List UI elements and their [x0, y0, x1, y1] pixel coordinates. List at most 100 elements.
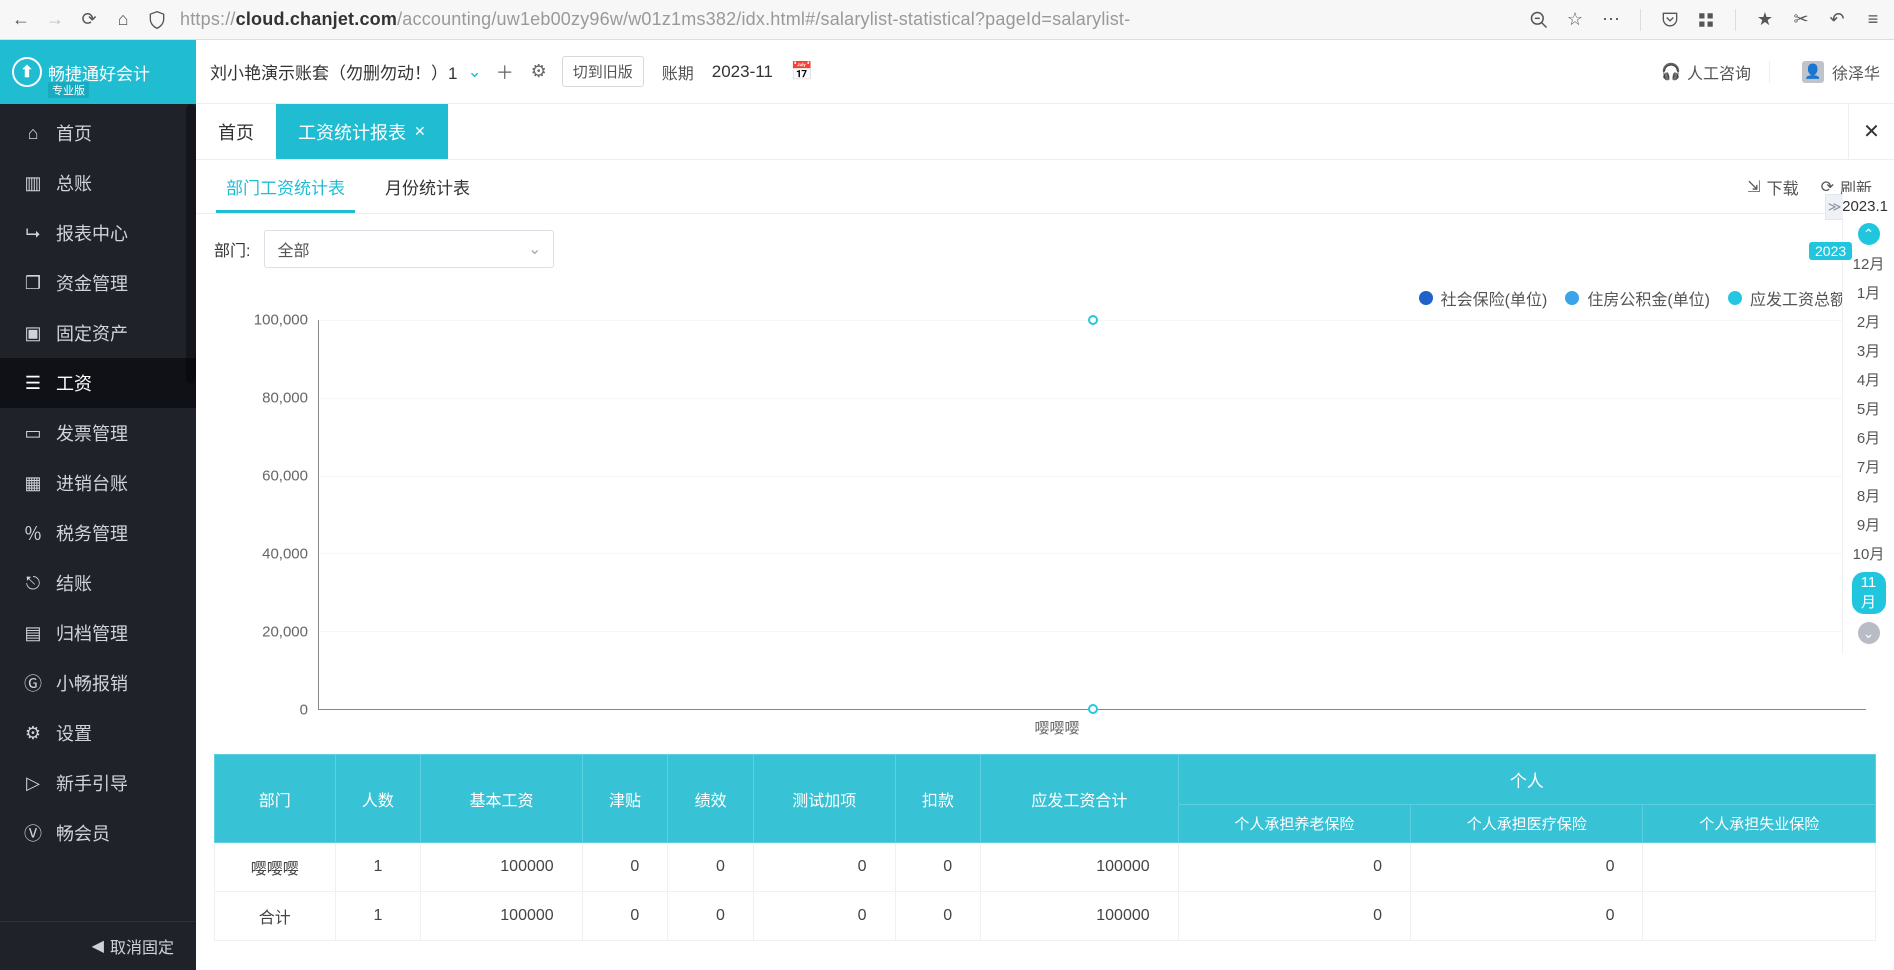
- th-base[interactable]: 基本工资: [421, 755, 582, 843]
- account-name: 刘小艳演示账套（勿删勿动！）1: [210, 59, 457, 84]
- scissors-icon[interactable]: ✂: [1790, 9, 1812, 31]
- ruler-up[interactable]: ⌃: [1858, 223, 1880, 245]
- ruler-month[interactable]: 1月: [1852, 282, 1886, 303]
- sidebar-item-expense[interactable]: Ⓖ小畅报销: [0, 658, 196, 708]
- sidebar-item-invoice[interactable]: ▭发票管理: [0, 408, 196, 458]
- grid-icon[interactable]: [1695, 9, 1717, 31]
- sidebar-item-ledger[interactable]: ▥总账: [0, 158, 196, 208]
- table-row-total[interactable]: 合计 1 100000 0 0 0 0 100000 0 0: [215, 892, 1876, 941]
- member-icon: Ⓥ: [22, 822, 44, 844]
- th-group-personal[interactable]: 个人: [1178, 755, 1875, 805]
- home-icon[interactable]: ⌂: [112, 9, 134, 31]
- sidebar-item-label: 小畅报销: [56, 670, 128, 696]
- ruler-month-current[interactable]: 11月: [1852, 572, 1886, 614]
- calendar-icon[interactable]: 📅: [791, 61, 813, 83]
- user-menu[interactable]: 👤 徐泽华: [1802, 60, 1880, 84]
- salary-table: 部门 人数 基本工资 津贴 绩效 测试加项 扣款 应发工资合计 个人 个人承担养…: [214, 754, 1876, 941]
- th-test-add[interactable]: 测试加项: [753, 755, 895, 843]
- brand-name: 畅捷通好会计: [48, 60, 150, 85]
- sidebar-item-funds[interactable]: ❒资金管理: [0, 258, 196, 308]
- sidebar-menu: ⌂首页 ▥总账 ⮡报表中心 ❒资金管理 ▣固定资产 ☰工资 ▭发票管理 ▦进销台…: [0, 104, 196, 921]
- legend-item-social[interactable]: 社会保险(单位): [1419, 286, 1548, 310]
- cell-test-add: 0: [753, 892, 895, 941]
- sidebar-item-label: 设置: [56, 720, 92, 746]
- th-gross[interactable]: 应发工资合计: [981, 755, 1178, 843]
- sidebar-scrollbar[interactable]: [186, 104, 196, 384]
- ruler-month[interactable]: 2月: [1852, 311, 1886, 332]
- ruler-month[interactable]: 5月: [1852, 398, 1886, 419]
- tab-home[interactable]: 首页: [196, 104, 276, 159]
- data-point-zero[interactable]: [1088, 704, 1098, 714]
- th-allow[interactable]: 津贴: [582, 755, 668, 843]
- th-count[interactable]: 人数: [335, 755, 421, 843]
- sidebar-item-label: 固定资产: [56, 320, 128, 346]
- sidebar-item-reports[interactable]: ⮡报表中心: [0, 208, 196, 258]
- ruler-expand[interactable]: ≫: [1825, 194, 1843, 220]
- subtab-month[interactable]: 月份统计表: [365, 160, 490, 213]
- th-pension[interactable]: 个人承担养老保险: [1178, 805, 1410, 843]
- ruler-month[interactable]: 9月: [1852, 514, 1886, 535]
- sidebar-item-home[interactable]: ⌂首页: [0, 108, 196, 158]
- sidebar-item-closing[interactable]: ⎋结账: [0, 558, 196, 608]
- ruler-month[interactable]: 3月: [1852, 340, 1886, 361]
- favorite-icon[interactable]: ★: [1754, 9, 1776, 31]
- close-all-tabs[interactable]: ✕: [1848, 104, 1894, 159]
- ruler-down[interactable]: ⌄: [1858, 622, 1880, 644]
- sidebar-item-label: 畅会员: [56, 820, 110, 846]
- sidebar-item-settings[interactable]: ⚙设置: [0, 708, 196, 758]
- sidebar-item-inventory[interactable]: ▦进销台账: [0, 458, 196, 508]
- sidebar-item-tax[interactable]: ％税务管理: [0, 508, 196, 558]
- settings-button[interactable]: ⚙: [528, 61, 550, 83]
- period-label: 账期: [662, 60, 694, 84]
- ruler-header: 2023.1: [1842, 198, 1892, 215]
- cell-allow: 0: [582, 843, 668, 892]
- th-unemp[interactable]: 个人承担失业保险: [1643, 805, 1876, 843]
- table-row[interactable]: 嘤嘤嘤 1 100000 0 0 0 0 100000 0 0: [215, 843, 1876, 892]
- sidebar-item-assets[interactable]: ▣固定资产: [0, 308, 196, 358]
- star-icon[interactable]: ☆: [1564, 9, 1586, 31]
- close-icon[interactable]: ✕: [414, 123, 426, 140]
- more-icon[interactable]: ⋯: [1600, 9, 1622, 31]
- th-perf[interactable]: 绩效: [668, 755, 754, 843]
- th-deduct[interactable]: 扣款: [895, 755, 981, 843]
- cell-count: 1: [335, 892, 421, 941]
- zoom-icon[interactable]: [1528, 9, 1550, 31]
- add-account-button[interactable]: ＋: [494, 61, 516, 83]
- sidebar-item-member[interactable]: Ⓥ 畅会员: [0, 808, 196, 858]
- legend-item-housing[interactable]: 住房公积金(单位): [1565, 286, 1710, 310]
- y-tick: 20,000: [262, 624, 308, 641]
- ruler-month[interactable]: 6月: [1852, 427, 1886, 448]
- legend-item-gross[interactable]: 应发工资总额: [1728, 286, 1846, 310]
- sidebar-item-archive[interactable]: ▤归档管理: [0, 608, 196, 658]
- ruler-month[interactable]: 8月: [1852, 485, 1886, 506]
- sidebar-unpin[interactable]: ◀取消固定: [0, 921, 196, 970]
- account-selector[interactable]: 刘小艳演示账套（勿删勿动！）1 ⌄: [210, 59, 482, 84]
- download-button[interactable]: ⇲下载: [1747, 175, 1798, 199]
- reload-icon[interactable]: ⟳: [78, 9, 100, 31]
- logo[interactable]: ⬆ 畅捷通好会计 专业版: [0, 40, 196, 104]
- dept-select[interactable]: 全部 ⌄: [264, 230, 554, 268]
- th-medical[interactable]: 个人承担医疗保险: [1411, 805, 1643, 843]
- pocket-icon[interactable]: [1659, 9, 1681, 31]
- undo-icon[interactable]: ↶: [1826, 9, 1848, 31]
- sidebar-item-salary[interactable]: ☰工资: [0, 358, 196, 408]
- ruler-month[interactable]: 10月: [1852, 543, 1886, 564]
- ruler-month[interactable]: 4月: [1852, 369, 1886, 390]
- ruler-month[interactable]: 7月: [1852, 456, 1886, 477]
- chart-section: 社会保险(单位) 住房公积金(单位) 应发工资总额 0 20,000 40,00…: [196, 274, 1894, 750]
- support-link[interactable]: 🎧 人工咨询: [1661, 60, 1751, 84]
- switch-old-button[interactable]: 切到旧版: [562, 56, 644, 87]
- forward-icon[interactable]: →: [44, 9, 66, 31]
- data-point-gross[interactable]: [1088, 315, 1098, 325]
- ledger-icon: ▥: [22, 172, 44, 194]
- url-bar[interactable]: https://cloud.chanjet.com/accounting/uw1…: [180, 9, 1516, 30]
- tab-salary-stats[interactable]: 工资统计报表 ✕: [276, 104, 448, 159]
- back-icon[interactable]: ←: [10, 9, 32, 31]
- menu-icon[interactable]: ≡: [1862, 9, 1884, 31]
- subtab-dept[interactable]: 部门工资统计表: [206, 160, 365, 213]
- ruler-month[interactable]: 12月: [1852, 253, 1886, 274]
- sidebar-item-guide[interactable]: ▷新手引导: [0, 758, 196, 808]
- shield-icon[interactable]: [146, 9, 168, 31]
- cell-perf: 0: [668, 892, 754, 941]
- th-dept[interactable]: 部门: [215, 755, 336, 843]
